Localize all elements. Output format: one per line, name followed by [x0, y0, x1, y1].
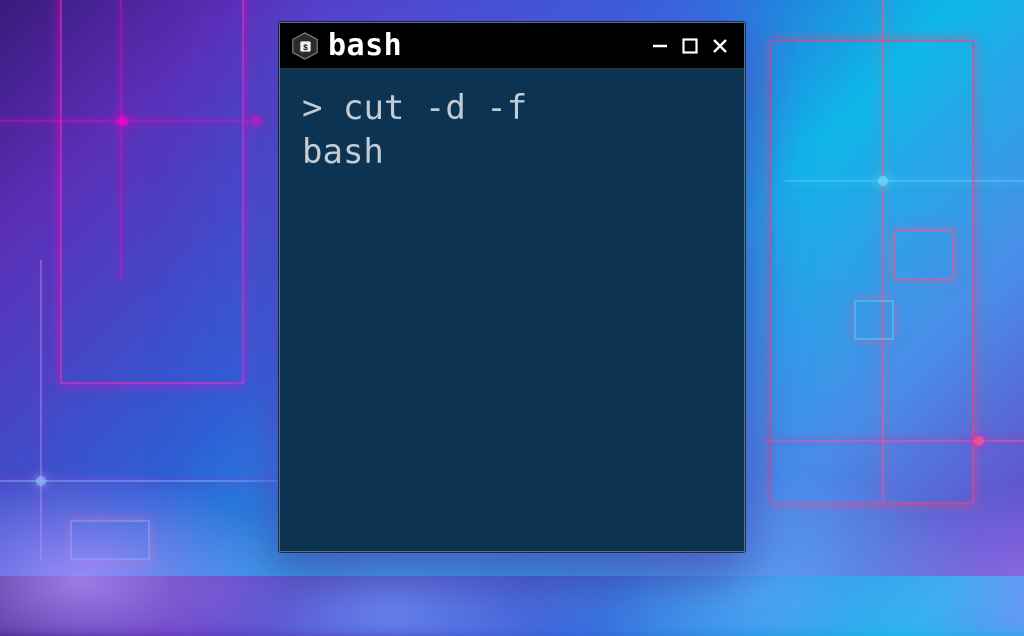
terminal-window: $ bash > cut -d -f bash — [279, 22, 745, 552]
svg-text:$: $ — [303, 42, 308, 52]
minimize-button[interactable] — [650, 36, 670, 56]
titlebar[interactable]: $ bash — [280, 23, 744, 69]
window-controls — [650, 36, 730, 56]
prompt-symbol: > — [302, 88, 322, 128]
bash-hex-icon: $ — [290, 31, 320, 61]
terminal-body[interactable]: > cut -d -f bash — [280, 69, 744, 192]
close-button[interactable] — [710, 36, 730, 56]
titlebar-left: $ bash — [290, 31, 402, 61]
output-line: bash — [302, 132, 384, 172]
maximize-button[interactable] — [680, 36, 700, 56]
window-title: bash — [328, 31, 402, 61]
command-text: cut -d -f — [343, 88, 527, 128]
